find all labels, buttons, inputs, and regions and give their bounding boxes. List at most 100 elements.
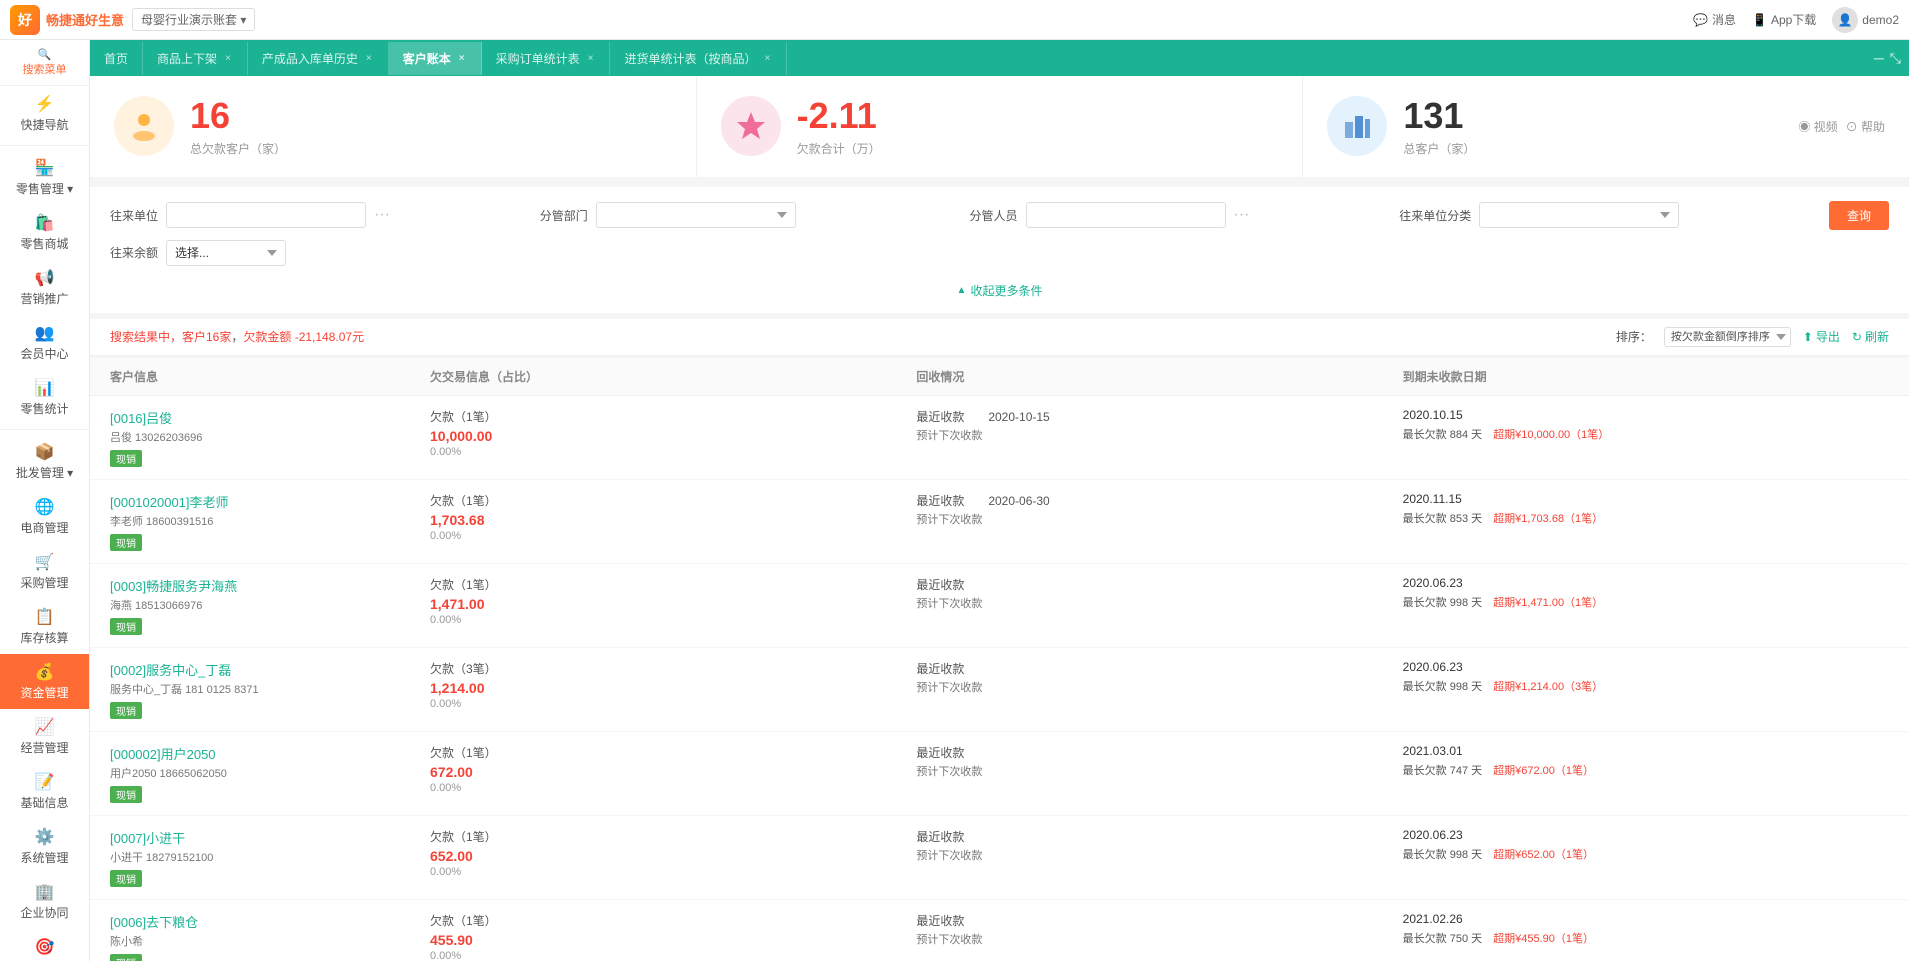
- customer-name-1[interactable]: [0016]吕俊: [110, 411, 172, 426]
- refresh-icon: ↻: [1852, 330, 1862, 344]
- tab-bar-actions: ─ ⤡: [1866, 50, 1909, 67]
- customer-phone-3: 海燕 18513066976: [110, 597, 430, 613]
- refresh-btn[interactable]: ↻ 刷新: [1852, 328, 1889, 345]
- tab-close-purchase-order[interactable]: ×: [586, 53, 596, 64]
- sidebar-item-finance[interactable]: 💰 资金管理: [0, 654, 89, 709]
- sidebar-item-purchase[interactable]: 🛒 采购管理: [0, 544, 89, 599]
- sidebar-item-ecommerce[interactable]: 🌐 电商管理: [0, 489, 89, 544]
- message-btn[interactable]: 💬 消息: [1693, 11, 1736, 28]
- unit-class-select[interactable]: [1479, 202, 1679, 228]
- help-btn[interactable]: ⊙ 帮助: [1846, 118, 1885, 135]
- sidebar-item-member[interactable]: 👥 会员中心: [0, 315, 89, 370]
- tab-customer-account[interactable]: 客户账本 ×: [389, 42, 482, 75]
- customer-name-4[interactable]: [0002]服务中心_丁磊: [110, 663, 231, 678]
- export-btn[interactable]: ⬆ 导出: [1803, 328, 1840, 345]
- system-icon: ⚙️: [4, 827, 85, 847]
- recovery-info-4: 最近收款 预计下次收款: [916, 660, 1402, 695]
- dept-label: 分管部门: [540, 207, 588, 224]
- sidebar-item-retail-stats[interactable]: 📊 零售统计: [0, 370, 89, 425]
- purchase-icon: 🛒: [4, 552, 85, 572]
- tab-close-purchase-stats[interactable]: ×: [762, 53, 772, 64]
- tab-close-product-listing[interactable]: ×: [223, 53, 233, 64]
- sidebar-item-marketing[interactable]: 📢 营销推广: [0, 260, 89, 315]
- tab-product-listing[interactable]: 商品上下架 ×: [143, 42, 248, 75]
- person-dots[interactable]: ···: [1234, 206, 1250, 224]
- overdue-link-7[interactable]: 超期¥455.90（1笔）: [1493, 933, 1594, 945]
- col-header-debt: 欠交易信息（占比）: [430, 368, 916, 385]
- inventory-icon: 📋: [4, 607, 85, 627]
- person-label: 分管人员: [970, 207, 1018, 224]
- debt-amount-5[interactable]: 672.00: [430, 764, 473, 780]
- table-row: [0016]吕俊 吕俊 13026203696 现销 欠款（1笔） 10,000…: [90, 396, 1909, 480]
- recovery-info-5: 最近收款 预计下次收款: [916, 744, 1402, 779]
- recovery-info-3: 最近收款 预计下次收款: [916, 576, 1402, 611]
- tab-product-history[interactable]: 产成品入库单历史 ×: [248, 42, 389, 75]
- content-area: 首页 商品上下架 × 产成品入库单历史 × 客户账本 × 采购订单统计表 ×: [90, 40, 1909, 961]
- debt-amount-3[interactable]: 1,471.00: [430, 596, 485, 612]
- sort-select[interactable]: 按欠款金额倒序排序: [1664, 327, 1791, 347]
- collapse-filter-btn[interactable]: ▲ 收起更多条件: [110, 276, 1889, 309]
- filter-person: 分管人员 ···: [970, 202, 1384, 228]
- customer-tag-3: 现销: [110, 618, 142, 635]
- source-unit-input[interactable]: [166, 202, 366, 228]
- stat-value-debt-customers: 16: [190, 96, 286, 136]
- debt-amount-4[interactable]: 1,214.00: [430, 680, 485, 696]
- customer-info-2: [0001020001]李老师 李老师 18600391516 现销: [110, 492, 430, 551]
- tab-home[interactable]: 首页: [90, 42, 143, 75]
- sidebar-item-retail-mgmt[interactable]: 🏪 零售管理 ▾: [0, 150, 89, 205]
- sidebar-item-batch-mgmt[interactable]: 📦 批发管理 ▾: [0, 434, 89, 489]
- balance-select[interactable]: 选择...: [166, 240, 286, 266]
- basic-info-icon: 📝: [4, 772, 85, 792]
- store-selector[interactable]: 母婴行业演示账套 ▾: [132, 8, 255, 31]
- customer-tag-4: 现销: [110, 702, 142, 719]
- recovery-info-7: 最近收款 预计下次收款: [916, 912, 1402, 947]
- tab-purchase-stats[interactable]: 进货单统计表（按商品） ×: [610, 42, 787, 75]
- customer-name-5[interactable]: [000002]用户2050: [110, 747, 216, 762]
- sidebar-search[interactable]: 🔍 搜索菜单: [0, 40, 89, 86]
- debt-amount-1[interactable]: 10,000.00: [430, 428, 492, 444]
- maximize-btn[interactable]: ⤡: [1890, 50, 1901, 67]
- user-menu[interactable]: 👤 demo2: [1832, 7, 1899, 33]
- sidebar-item-system[interactable]: ⚙️ 系统管理: [0, 819, 89, 874]
- overdue-link-2[interactable]: 超期¥1,703.68（1笔）: [1493, 513, 1603, 525]
- retail-mgmt-icon: 🏪: [4, 158, 85, 178]
- stat-icon-total: [1327, 96, 1387, 156]
- sidebar-item-quick-nav[interactable]: ⚡ 快捷导航: [0, 86, 89, 141]
- sidebar-item-retail-store[interactable]: 🛍️ 零售商城: [0, 205, 89, 260]
- recovery-info-1: 最近收款 2020-10-15 预计下次收款: [916, 408, 1402, 443]
- source-unit-dots[interactable]: ···: [374, 206, 390, 224]
- sidebar-item-enterprise[interactable]: 🏢 企业协同: [0, 874, 89, 929]
- minimize-btn[interactable]: ─: [1874, 50, 1884, 66]
- sidebar-item-newbie[interactable]: 🎯 新手引导: [0, 929, 89, 961]
- overdue-link-3[interactable]: 超期¥1,471.00（1笔）: [1493, 597, 1603, 609]
- person-input[interactable]: [1026, 202, 1226, 228]
- overdue-link-4[interactable]: 超期¥1,214.00（3笔）: [1493, 681, 1603, 693]
- source-unit-label: 往来单位: [110, 207, 158, 224]
- app-download-btn[interactable]: 📱 App下载: [1752, 11, 1816, 28]
- sidebar-item-operation[interactable]: 📈 经营管理: [0, 709, 89, 764]
- search-button[interactable]: 查询: [1829, 201, 1889, 230]
- debt-amount-2[interactable]: 1,703.68: [430, 512, 485, 528]
- top-bar: 好 畅捷通好生意 母婴行业演示账套 ▾ 💬 消息 📱 App下载 👤 demo2: [0, 0, 1909, 40]
- marketing-icon: 📢: [4, 268, 85, 288]
- stat-info-debt: -2.11 欠款合计（万）: [797, 96, 881, 157]
- overdue-link-6[interactable]: 超期¥652.00（1笔）: [1493, 849, 1594, 861]
- tab-purchase-order[interactable]: 采购订单统计表 ×: [482, 42, 611, 75]
- customer-name-6[interactable]: [0007]小进干: [110, 831, 185, 846]
- overdue-link-5[interactable]: 超期¥672.00（1笔）: [1493, 765, 1594, 777]
- tab-close-customer-account[interactable]: ×: [457, 53, 467, 64]
- video-help-btn[interactable]: ◉ 视频: [1798, 118, 1837, 135]
- overdue-info-3: 2020.06.23 最长欠款 998 天 超期¥1,471.00（1笔）: [1403, 576, 1889, 610]
- debt-amount-7[interactable]: 455.90: [430, 932, 473, 948]
- customer-name-3[interactable]: [0003]畅捷服务尹海燕: [110, 579, 237, 594]
- sidebar-item-basic-info[interactable]: 📝 基础信息: [0, 764, 89, 819]
- customer-phone-2: 李老师 18600391516: [110, 513, 430, 529]
- sidebar-item-inventory[interactable]: 📋 库存核算: [0, 599, 89, 654]
- quick-nav-icon: ⚡: [4, 94, 85, 114]
- tab-close-product-history[interactable]: ×: [364, 53, 374, 64]
- customer-name-2[interactable]: [0001020001]李老师: [110, 495, 229, 510]
- debt-amount-6[interactable]: 652.00: [430, 848, 473, 864]
- customer-name-7[interactable]: [0006]去下粮仓: [110, 915, 198, 930]
- overdue-link-1[interactable]: 超期¥10,000.00（1笔）: [1493, 429, 1609, 441]
- dept-select[interactable]: [596, 202, 796, 228]
